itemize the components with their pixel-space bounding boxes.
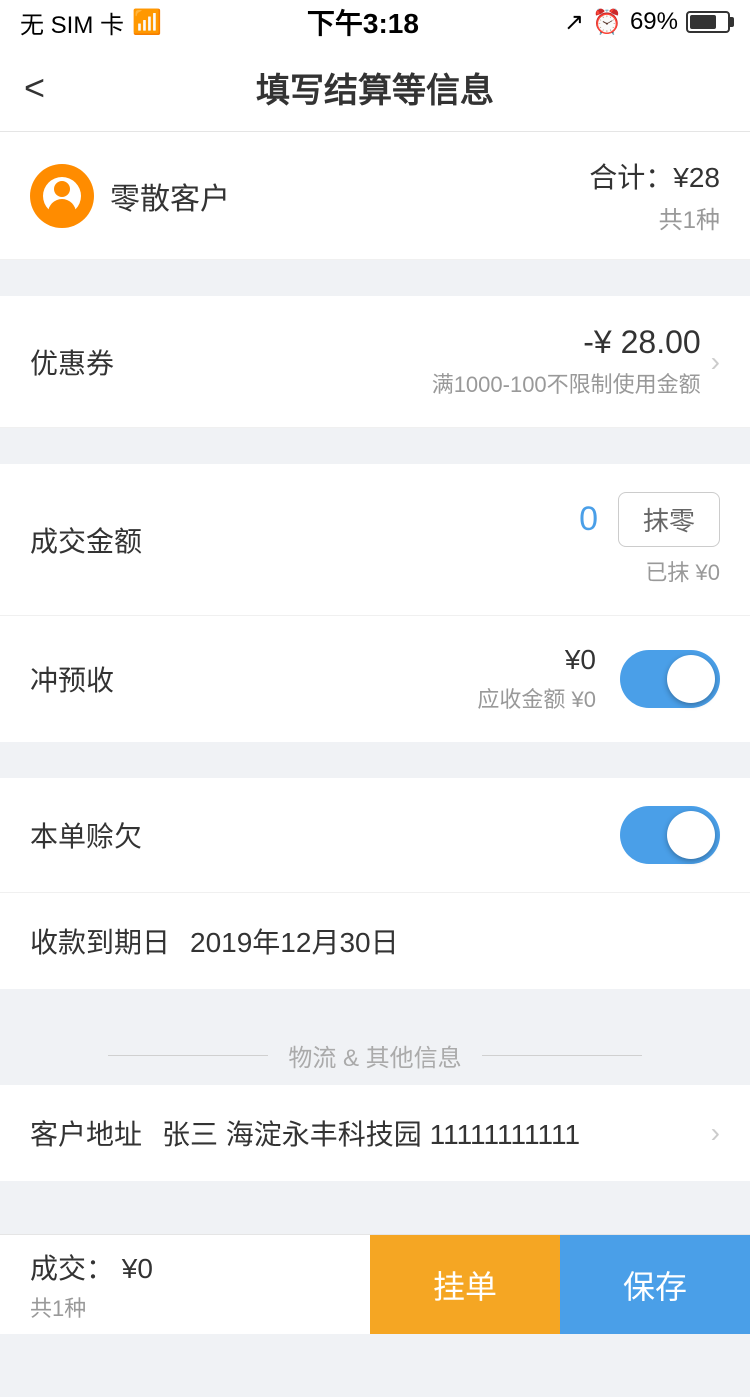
status-bar: 无 SIM 卡 📶 下午3:18 ↗ ⏰ 69%	[0, 0, 750, 44]
divider2	[0, 444, 750, 464]
due-date-label: 收款到期日	[30, 921, 170, 961]
customer-count: 共1种	[589, 200, 720, 235]
address-arrow-icon: ›	[711, 1117, 720, 1149]
divider3	[0, 758, 750, 778]
divider1	[0, 276, 750, 296]
toggle-knob	[667, 655, 715, 703]
coupon-row[interactable]: 优惠券 -¥ 28.00 满1000-100不限制使用金额 ›	[0, 296, 750, 428]
transaction-row: 成交金额 0 抹零 已抹 ¥0	[0, 464, 750, 616]
customer-avatar	[30, 164, 94, 228]
address-label: 客户地址	[30, 1113, 142, 1153]
battery-icon	[686, 11, 730, 33]
transaction-amount: 0	[579, 500, 598, 539]
customer-left: 零散客户	[30, 164, 230, 228]
coupon-right: -¥ 28.00 满1000-100不限制使用金额 ›	[432, 324, 720, 399]
divider-line-left	[108, 1055, 268, 1056]
bottom-bar: 成交： ¥0 共1种 挂单 保存	[0, 1234, 750, 1334]
status-bar-right: ↗ ⏰ 69%	[564, 8, 730, 37]
customer-section: 零散客户 合计：¥28 共1种	[0, 132, 750, 260]
credit-toggle[interactable]	[620, 806, 720, 864]
coupon-discount: -¥ 28.00	[583, 324, 700, 361]
divider4	[0, 1005, 750, 1025]
location-icon: ↗	[564, 8, 584, 37]
due-date-row: 收款到期日 2019年12月30日	[0, 892, 750, 989]
transaction-sub: 已抹 ¥0	[645, 555, 720, 587]
bottom-summary-value: ¥0	[122, 1253, 153, 1284]
prepay-amount: ¥0	[565, 644, 596, 676]
credit-row: 本单赊欠	[0, 778, 750, 892]
address-section: 客户地址 张三 海淀永丰科技园 11111111111 ›	[0, 1085, 750, 1181]
round-button[interactable]: 抹零	[618, 492, 720, 547]
prepay-label: 冲预收	[30, 659, 114, 699]
transaction-label: 成交金额	[30, 520, 142, 560]
prepay-right: ¥0 应收金额 ¥0	[477, 644, 720, 714]
coupon-label: 优惠券	[30, 342, 114, 382]
bottom-summary-label: 成交：	[30, 1253, 114, 1284]
wifi-icon: 📶	[132, 8, 162, 37]
back-button[interactable]: <	[24, 67, 45, 109]
divider-line-right	[482, 1055, 642, 1056]
transaction-section: 成交金额 0 抹零 已抹 ¥0 冲预收 ¥0 应收金额 ¥0	[0, 464, 750, 742]
logistics-label: 物流 & 其他信息	[288, 1038, 461, 1073]
avatar-icon	[43, 177, 81, 215]
sim-status: 无 SIM 卡	[20, 5, 124, 40]
credit-label: 本单赊欠	[30, 815, 142, 855]
coupon-section: 优惠券 -¥ 28.00 满1000-100不限制使用金额 ›	[0, 296, 750, 428]
address-row[interactable]: 客户地址 张三 海淀永丰科技园 11111111111 ›	[0, 1085, 750, 1181]
credit-section: 本单赊欠 收款到期日 2019年12月30日	[0, 778, 750, 989]
save-button[interactable]: 保存	[560, 1235, 750, 1334]
nav-bar: < 填写结算等信息	[0, 44, 750, 132]
status-bar-time: 下午3:18	[307, 2, 419, 42]
bottom-summary: 成交： ¥0 共1种	[0, 1235, 370, 1334]
customer-name: 零散客户	[110, 174, 230, 218]
credit-toggle-knob	[667, 811, 715, 859]
customer-summary: 合计：¥28 共1种	[589, 156, 720, 235]
hold-button[interactable]: 挂单	[370, 1235, 560, 1334]
page-title: 填写结算等信息	[256, 63, 494, 112]
prepay-values: ¥0 应收金额 ¥0	[477, 644, 596, 714]
battery-percent: 69%	[630, 8, 678, 36]
logistics-divider: 物流 & 其他信息	[0, 1025, 750, 1085]
due-date-value: 2019年12月30日	[190, 921, 399, 961]
coupon-value: -¥ 28.00 满1000-100不限制使用金额	[432, 324, 701, 399]
bottom-summary-count: 共1种	[30, 1291, 340, 1323]
status-bar-left: 无 SIM 卡 📶	[20, 5, 162, 40]
bottom-summary-amount: 成交： ¥0	[30, 1247, 340, 1287]
address-value: 张三 海淀永丰科技园 11111111111	[162, 1113, 711, 1153]
alarm-icon: ⏰	[592, 8, 622, 37]
prepay-receivable: 应收金额 ¥0	[477, 682, 596, 714]
coupon-arrow-icon: ›	[711, 346, 720, 378]
customer-row: 零散客户 合计：¥28 共1种	[0, 132, 750, 260]
prepay-row: 冲预收 ¥0 应收金额 ¥0	[0, 616, 750, 742]
coupon-description: 满1000-100不限制使用金额	[432, 367, 701, 399]
prepay-toggle[interactable]	[620, 650, 720, 708]
transaction-right: 0 抹零	[579, 492, 720, 547]
content: 零散客户 合计：¥28 共1种 优惠券 -¥ 28.00 满1000-100不限…	[0, 132, 750, 1397]
customer-total: 合计：¥28	[589, 156, 720, 196]
